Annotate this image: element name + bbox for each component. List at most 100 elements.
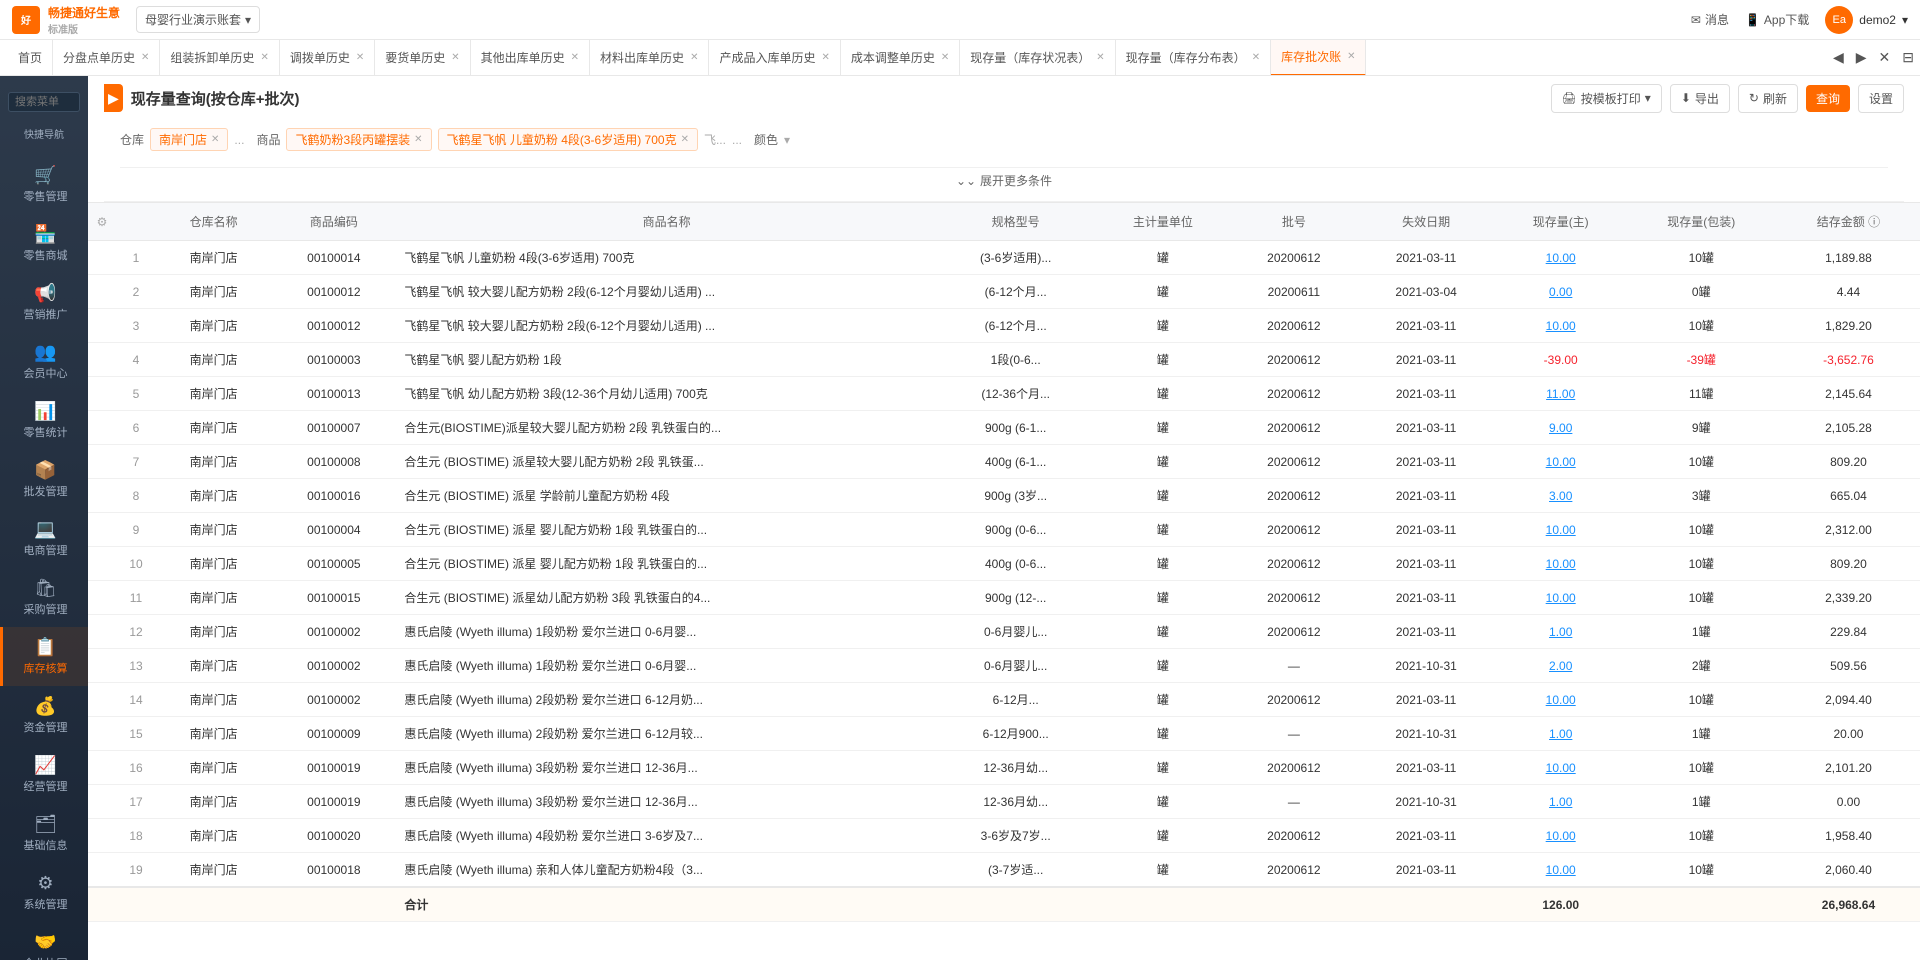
color-dropdown-icon[interactable]: ▾ [784,133,790,147]
td-stock-main[interactable]: 10.00 [1496,819,1626,853]
close-icon[interactable]: ✕ [571,52,579,63]
tab-home[interactable]: 首页 [8,40,53,76]
td-stock-main[interactable]: 10.00 [1496,241,1626,275]
remove-product1-icon[interactable]: ✕ [414,134,422,145]
remove-product2-icon[interactable]: ✕ [681,134,689,145]
query-btn[interactable]: 查询 [1806,85,1850,112]
td-code: 00100020 [271,819,396,853]
td-stock-main[interactable]: 10.00 [1496,581,1626,615]
td-settings [88,309,116,343]
close-icon[interactable]: ✕ [941,52,949,63]
warehouse-tag[interactable]: 南岸门店 ✕ [150,128,228,151]
tab-split[interactable]: 分盘点单历史 ✕ [53,40,160,76]
close-icon[interactable]: ✕ [1096,52,1104,63]
expand-more-btn[interactable]: ⌄⌄ 展开更多条件 [120,167,1888,193]
tab-batch-check[interactable]: 库存批次账 ✕ [1271,40,1366,76]
td-stock-pkg: 10罐 [1626,853,1777,888]
remove-warehouse-icon[interactable]: ✕ [211,134,219,145]
color-label: 颜色 [754,131,778,148]
sidebar-item-operations[interactable]: 📈 经营管理 [0,745,88,804]
td-stock-main[interactable]: 3.00 [1496,479,1626,513]
tab-disassemble[interactable]: 组装拆卸单历史 ✕ [160,40,279,76]
sidebar-item-inventory[interactable]: 📋 库存核算 [0,627,88,686]
td-stock-main[interactable]: 10.00 [1496,853,1626,888]
td-stock-main[interactable]: 2.00 [1496,649,1626,683]
td-stock-pkg: 10罐 [1626,513,1777,547]
close-icon[interactable]: ✕ [451,52,459,63]
refresh-btn[interactable]: ↻ 刷新 [1738,84,1798,113]
close-icon[interactable]: ✕ [821,52,829,63]
tab-product-in[interactable]: 产成品入库单历史 ✕ [709,40,840,76]
close-icon[interactable]: ✕ [356,52,364,63]
close-icon[interactable]: ✕ [1347,51,1355,62]
sidebar-item-wholesale[interactable]: 📦 批发管理 [0,450,88,509]
td-stock-main[interactable]: 10.00 [1496,751,1626,785]
td-name: 合生元 (BIOSTIME) 派星 婴儿配方奶粉 1段 乳铁蛋白的... [396,547,937,581]
td-stock-main[interactable]: 10.00 [1496,445,1626,479]
sidebar-item-finance[interactable]: 💰 资金管理 [0,686,88,745]
td-stock-main[interactable]: 10.00 [1496,309,1626,343]
tab-stock-dist[interactable]: 现存量（库存分布表） ✕ [1116,40,1271,76]
download-icon: 📱 [1745,13,1760,27]
tab-mix[interactable]: 调拨单历史 ✕ [280,40,375,76]
sidebar-item-ecommerce[interactable]: 💻 电商管理 [0,509,88,568]
td-warehouse: 南岸门店 [156,411,271,445]
tab-close-current[interactable]: ✕ [1873,49,1897,66]
sidebar-item-retail-mgmt[interactable]: 🛒 零售管理 [0,155,88,214]
td-stock-main[interactable]: 11.00 [1496,377,1626,411]
close-icon[interactable]: ✕ [690,52,698,63]
table-container[interactable]: ⚙ 仓库名称 商品编码 商品名称 规格型号 主计量单位 批号 失效日期 现存量(… [88,203,1920,960]
tab-nav-right[interactable]: ▶ [1850,49,1873,66]
td-stock-main[interactable]: 10.00 [1496,683,1626,717]
close-icon[interactable]: ✕ [1252,52,1260,63]
td-stock-main[interactable]: 1.00 [1496,785,1626,819]
product-tag-1[interactable]: 飞鹤奶粉3段丙罐摆装 ✕ [286,128,431,151]
tab-more-menu[interactable]: ⊟ [1896,49,1920,66]
sidebar-item-basic-info[interactable]: 🗂 基础信息 [0,804,88,863]
export-btn[interactable]: ⬇ 导出 [1670,84,1730,113]
sidebar-item-retail-stats[interactable]: 📊 零售统计 [0,391,88,450]
sidebar-item-member[interactable]: 👥 会员中心 [0,332,88,391]
product-tag-2[interactable]: 飞鹤星飞帆 儿童奶粉 4段(3-6岁适用) 700克 ✕ [438,128,698,151]
td-unit: 罐 [1094,513,1231,547]
td-unit: 罐 [1094,751,1231,785]
expand-sidebar-btn[interactable]: ▶ [104,84,123,112]
marketing-icon: 📢 [34,283,56,304]
td-name: 惠氏启陵 (Wyeth illuma) 1段奶粉 爱尔兰进口 0-6月婴... [396,615,937,649]
td-stock-main[interactable]: -39.00 [1496,343,1626,377]
print-btn[interactable]: 🖨 按模板打印 ▾ [1551,84,1662,113]
settings-btn[interactable]: 设置 [1858,84,1904,113]
td-warehouse: 南岸门店 [156,683,271,717]
tab-material-out[interactable]: 材料出库单历史 ✕ [590,40,709,76]
sidebar-item-sys-mgmt[interactable]: ⚙ 系统管理 [0,863,88,922]
product-more[interactable]: 飞... [704,131,726,148]
td-stock-main[interactable]: 10.00 [1496,513,1626,547]
tab-nav-left[interactable]: ◀ [1827,49,1850,66]
td-stock-main[interactable]: 10.00 [1496,547,1626,581]
search-input[interactable] [8,92,80,112]
chevron-down-icon: ▾ [245,13,251,27]
td-balance: 1,189.88 [1777,241,1920,275]
sidebar-item-purchase[interactable]: 🛍 采购管理 [0,568,88,627]
td-spec: (6-12个月... [937,275,1094,309]
close-icon[interactable]: ✕ [141,52,149,63]
warehouse-more[interactable]: ... [234,133,244,147]
user-area[interactable]: Ea demo2 ▾ [1825,6,1908,34]
tab-stock-status[interactable]: 现存量（库存状况表） ✕ [960,40,1115,76]
sidebar-item-marketing[interactable]: 📢 营销推广 [0,273,88,332]
td-stock-main[interactable]: 0.00 [1496,275,1626,309]
table-row: 12 南岸门店 00100002 惠氏启陵 (Wyeth illuma) 1段奶… [88,615,1920,649]
close-icon[interactable]: ✕ [260,52,268,63]
td-stock-main[interactable]: 1.00 [1496,717,1626,751]
messages-btn[interactable]: ✉ 消息 [1691,11,1729,28]
app-download-btn[interactable]: 📱 App下载 [1745,11,1809,28]
th-settings[interactable]: ⚙ [88,203,116,241]
account-selector[interactable]: 母婴行业演示账套 ▾ [136,6,260,33]
tab-require[interactable]: 要货单历史 ✕ [375,40,470,76]
td-stock-main[interactable]: 1.00 [1496,615,1626,649]
sidebar-item-enterprise[interactable]: 🤝 企业协同 [0,922,88,960]
sidebar-item-retail-shop[interactable]: 🏪 零售商城 [0,214,88,273]
td-stock-main[interactable]: 9.00 [1496,411,1626,445]
tab-cost-adj[interactable]: 成本调整单历史 ✕ [841,40,960,76]
tab-other-out[interactable]: 其他出库单历史 ✕ [471,40,590,76]
